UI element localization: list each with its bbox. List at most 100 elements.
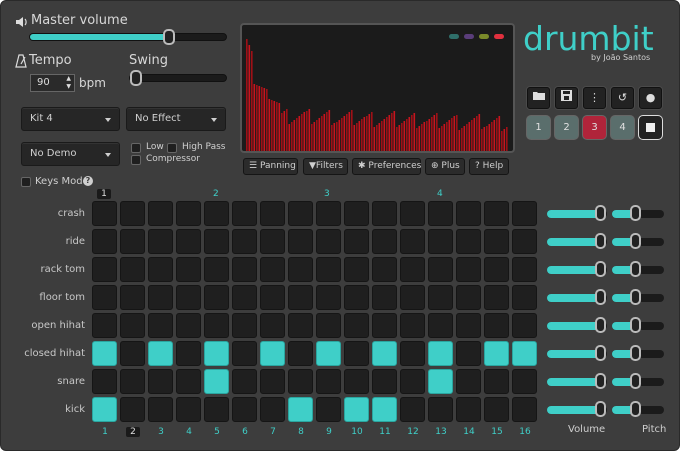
step-cell[interactable] <box>428 285 453 310</box>
help-button[interactable]: ? Help <box>469 158 509 175</box>
step-cell[interactable] <box>512 397 537 422</box>
step-cell[interactable] <box>148 201 173 226</box>
track-pitch-slider[interactable] <box>612 345 664 361</box>
step-cell[interactable] <box>372 341 397 366</box>
step-cell[interactable] <box>148 285 173 310</box>
step-cell[interactable] <box>344 201 369 226</box>
undo-icon[interactable]: ↺ <box>611 87 634 109</box>
pattern-button-3[interactable]: 3 <box>583 116 606 139</box>
step-cell[interactable] <box>484 397 509 422</box>
step-cell[interactable] <box>120 369 145 394</box>
slider-knob[interactable] <box>595 373 606 389</box>
step-cell[interactable] <box>316 285 341 310</box>
step-cell[interactable] <box>456 257 481 282</box>
step-cell[interactable] <box>148 257 173 282</box>
track-pitch-slider[interactable] <box>612 261 664 277</box>
track-pitch-slider[interactable] <box>612 205 664 221</box>
step-cell[interactable] <box>260 369 285 394</box>
step-cell[interactable] <box>512 341 537 366</box>
track-volume-slider[interactable] <box>547 233 607 249</box>
step-cell[interactable] <box>400 341 425 366</box>
slider-knob[interactable] <box>595 261 606 277</box>
step-cell[interactable] <box>120 397 145 422</box>
step-cell[interactable] <box>176 285 201 310</box>
slider-knob[interactable] <box>595 317 606 333</box>
step-cell[interactable] <box>400 369 425 394</box>
step-cell[interactable] <box>260 201 285 226</box>
step-cell[interactable] <box>484 341 509 366</box>
step-cell[interactable] <box>92 397 117 422</box>
filters-button[interactable]: ▼Filters <box>303 158 348 175</box>
slider-knob[interactable] <box>630 289 641 305</box>
step-cell[interactable] <box>92 313 117 338</box>
step-cell[interactable] <box>344 341 369 366</box>
step-cell[interactable] <box>176 341 201 366</box>
effect-select[interactable]: No Effect <box>126 107 226 131</box>
step-cell[interactable] <box>372 229 397 254</box>
step-cell[interactable] <box>344 257 369 282</box>
step-cell[interactable] <box>512 369 537 394</box>
step-cell[interactable] <box>176 257 201 282</box>
step-cell[interactable] <box>400 257 425 282</box>
swing-slider[interactable] <box>129 70 227 86</box>
tempo-input[interactable]: 90 ▲ ▼ <box>30 74 75 92</box>
step-cell[interactable] <box>148 229 173 254</box>
step-cell[interactable] <box>260 285 285 310</box>
step-cell[interactable] <box>204 341 229 366</box>
compressor-checkbox[interactable] <box>131 155 141 165</box>
step-cell[interactable] <box>456 285 481 310</box>
track-pitch-slider[interactable] <box>612 289 664 305</box>
step-cell[interactable] <box>204 285 229 310</box>
step-cell[interactable] <box>316 257 341 282</box>
step-cell[interactable] <box>288 397 313 422</box>
master-volume-slider[interactable] <box>29 29 227 45</box>
step-cell[interactable] <box>120 313 145 338</box>
step-cell[interactable] <box>316 341 341 366</box>
slider-knob[interactable] <box>630 373 641 389</box>
step-cell[interactable] <box>316 229 341 254</box>
step-cell[interactable] <box>400 285 425 310</box>
step-cell[interactable] <box>316 201 341 226</box>
track-pitch-slider[interactable] <box>612 401 664 417</box>
step-cell[interactable] <box>120 201 145 226</box>
step-cell[interactable] <box>512 257 537 282</box>
step-cell[interactable] <box>260 397 285 422</box>
kit-select[interactable]: Kit 4 <box>21 107 120 131</box>
slider-knob[interactable] <box>630 233 641 249</box>
step-cell[interactable] <box>92 229 117 254</box>
high-pass-checkbox[interactable] <box>167 143 177 153</box>
step-cell[interactable] <box>428 397 453 422</box>
step-cell[interactable] <box>204 313 229 338</box>
track-pitch-slider[interactable] <box>612 317 664 333</box>
track-volume-slider[interactable] <box>547 205 607 221</box>
step-cell[interactable] <box>456 397 481 422</box>
slider-knob[interactable] <box>595 205 606 221</box>
step-cell[interactable] <box>232 201 257 226</box>
keys-mode-checkbox[interactable] <box>21 177 31 187</box>
step-cell[interactable] <box>316 313 341 338</box>
step-cell[interactable] <box>372 285 397 310</box>
step-cell[interactable] <box>344 313 369 338</box>
step-cell[interactable] <box>92 341 117 366</box>
step-cell[interactable] <box>232 229 257 254</box>
demo-select[interactable]: No Demo <box>21 142 120 166</box>
step-cell[interactable] <box>372 201 397 226</box>
pattern-button-2[interactable]: 2 <box>555 116 578 139</box>
step-cell[interactable] <box>372 369 397 394</box>
slider-knob[interactable] <box>630 317 641 333</box>
step-cell[interactable] <box>148 369 173 394</box>
step-cell[interactable] <box>484 285 509 310</box>
track-volume-slider[interactable] <box>547 289 607 305</box>
step-cell[interactable] <box>92 285 117 310</box>
step-cell[interactable] <box>232 257 257 282</box>
step-cell[interactable] <box>512 201 537 226</box>
step-cell[interactable] <box>176 229 201 254</box>
slider-knob[interactable] <box>130 70 142 86</box>
step-cell[interactable] <box>232 313 257 338</box>
step-cell[interactable] <box>484 313 509 338</box>
step-cell[interactable] <box>456 229 481 254</box>
step-cell[interactable] <box>92 201 117 226</box>
track-volume-slider[interactable] <box>547 373 607 389</box>
step-cell[interactable] <box>120 341 145 366</box>
step-cell[interactable] <box>344 229 369 254</box>
